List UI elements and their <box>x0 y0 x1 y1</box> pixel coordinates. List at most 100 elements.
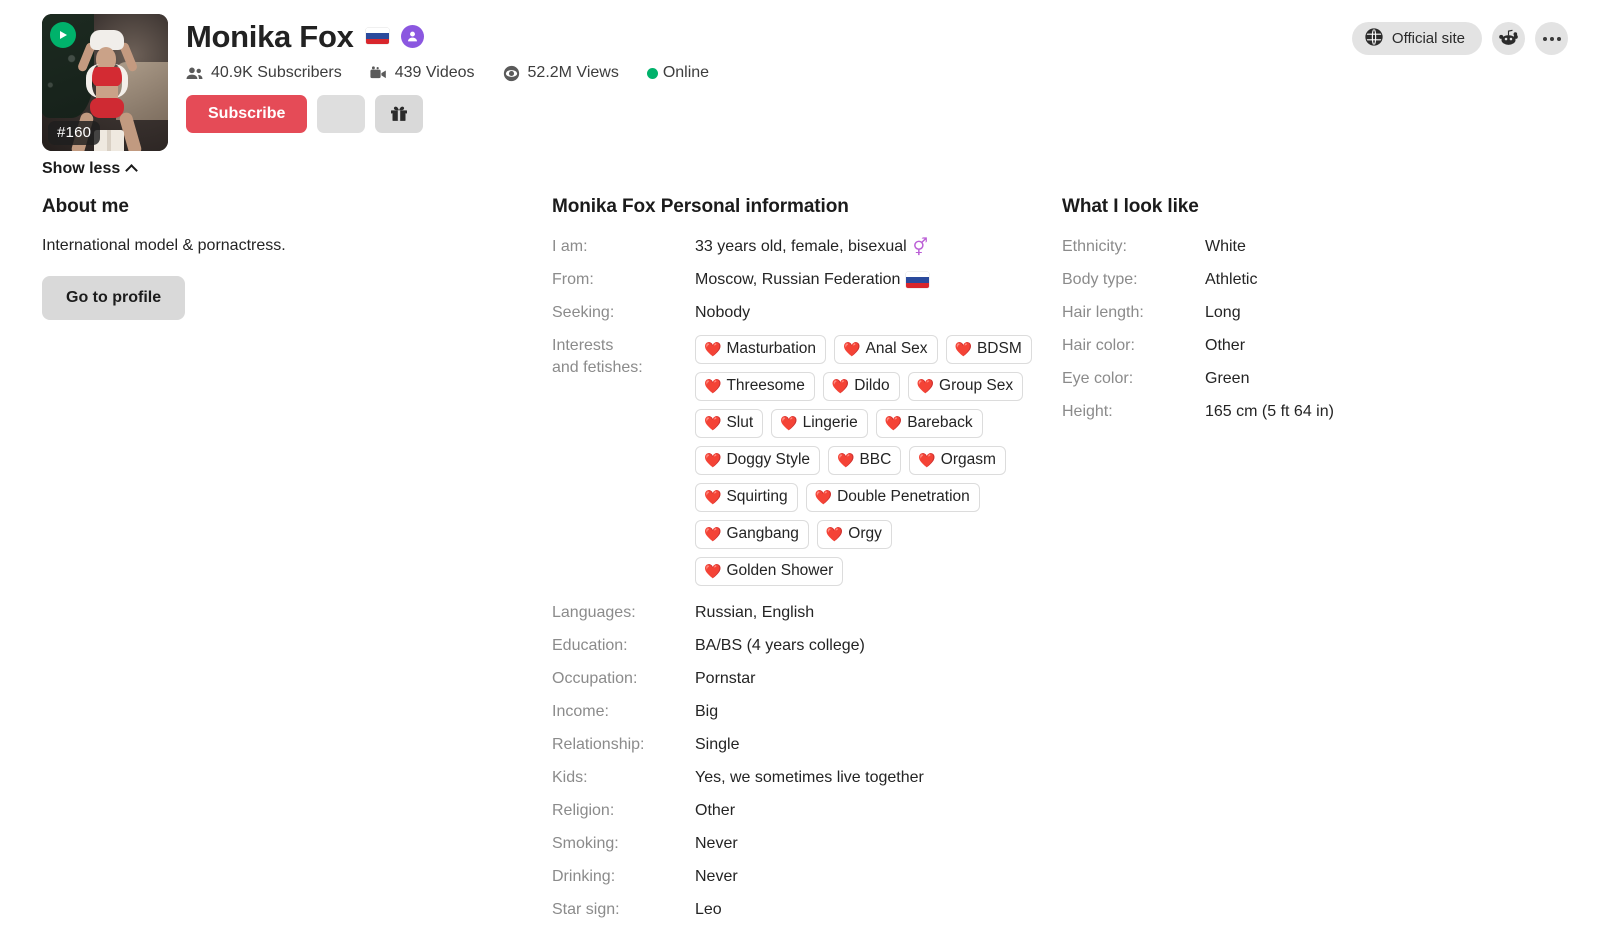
info-row: Star sign: Leo <box>552 899 1042 921</box>
rank-badge: #160 <box>48 121 101 145</box>
info-label: Height: <box>1062 403 1113 420</box>
globe-icon <box>1365 27 1383 50</box>
heart-icon: ❤️ <box>704 489 722 505</box>
info-row: Hair length: Long <box>1062 302 1502 324</box>
info-value: White <box>1205 238 1246 255</box>
play-icon[interactable] <box>50 22 76 48</box>
heart-icon: ❤️ <box>837 452 855 468</box>
official-site-button[interactable]: Official site <box>1351 22 1482 55</box>
interest-tag-label: Group Sex <box>939 377 1014 394</box>
info-value-text: Moscow, Russian Federation <box>695 271 901 288</box>
info-value: Leo <box>695 901 722 918</box>
stat-subscribers-label: 40.9K Subscribers <box>211 64 342 81</box>
info-value-text: 33 years old, female, bisexual <box>695 238 907 255</box>
info-label: Religion: <box>552 802 615 819</box>
interest-tag[interactable]: ❤️ Golden Shower <box>695 557 844 586</box>
interest-tag[interactable]: ❤️ Bareback <box>875 409 983 438</box>
title-row: Monika Fox <box>186 14 1352 58</box>
personal-info-rows-secondary: Languages: Russian, English Education: BA/B… <box>552 602 1042 921</box>
interest-tag[interactable]: ❤️ Double Penetration <box>805 483 980 512</box>
info-value: Russian, English <box>695 604 815 621</box>
interest-tag-label: Anal Sex <box>865 340 928 357</box>
appearance-section: What I look like Ethnicity: White Body typ… <box>1062 196 1502 434</box>
info-value: Other <box>695 802 736 819</box>
heart-icon: ❤️ <box>916 378 935 394</box>
info-label: Relationship: <box>552 736 645 753</box>
interest-tag[interactable]: ❤️ Orgasm <box>909 446 1006 475</box>
info-value: Green <box>1205 370 1250 387</box>
heart-icon: ❤️ <box>884 415 903 431</box>
interest-tag[interactable]: ❤️ Group Sex <box>907 372 1024 401</box>
interest-tag[interactable]: ❤️ Doggy Style <box>695 446 821 475</box>
info-value: Never <box>695 835 738 852</box>
info-label: Seeking: <box>552 304 615 321</box>
info-row: Education: BA/BS (4 years college) <box>552 635 1042 657</box>
interest-tag-label: BBC <box>859 451 892 468</box>
stat-videos: 439 Videos <box>370 64 475 82</box>
interest-tag[interactable]: ❤️ Gangbang <box>695 520 809 549</box>
header-main: Monika Fox 40.9K Subscribers 439 Videos … <box>186 14 1352 133</box>
appearance-table: Ethnicity: White Body type: Athletic Hair le… <box>1062 236 1502 423</box>
interest-tag[interactable]: ❤️ Dildo <box>822 372 900 401</box>
info-value: Pornstar <box>695 670 756 687</box>
info-label: Smoking: <box>552 835 619 852</box>
interest-tag-label: Double Penetration <box>837 488 970 505</box>
heart-icon: ❤️ <box>918 452 936 468</box>
interest-tag-label: Gangbang <box>726 525 799 542</box>
appearance-title: What I look like <box>1062 196 1199 217</box>
interest-tag[interactable]: ❤️ Masturbation <box>695 335 827 364</box>
info-label: Income: <box>552 703 609 720</box>
avatar[interactable]: #160 <box>42 14 168 151</box>
info-value: Single <box>695 736 740 753</box>
russia-flag-icon <box>365 28 389 44</box>
interest-tag[interactable]: ❤️ Slut <box>695 409 764 438</box>
reddit-button[interactable] <box>1492 22 1525 55</box>
page-title: Monika Fox <box>186 18 354 54</box>
ellipsis-icon <box>1542 36 1561 41</box>
interest-tag[interactable]: ❤️ BDSM <box>945 335 1032 364</box>
interest-tag[interactable]: ❤️ Orgy <box>816 520 892 549</box>
info-row: Kids: Yes, we sometimes live together <box>552 767 1042 789</box>
info-label: Education: <box>552 637 628 654</box>
about-me-section: About me International model & pornactre… <box>42 196 512 320</box>
info-row: Hair color: Other <box>1062 335 1502 357</box>
interests-label: Interests and fetishes: <box>552 335 695 379</box>
personal-info-table: I am: 33 years old, female, bisexual ⚥ F… <box>552 236 1042 921</box>
stat-views-label: 52.2M Views <box>527 64 619 81</box>
info-value: Other <box>1205 337 1246 354</box>
heart-icon: ❤️ <box>825 526 844 542</box>
info-label: From: <box>552 271 594 288</box>
interest-tag[interactable]: ❤️ Anal Sex <box>834 335 938 364</box>
stat-subscribers: 40.9K Subscribers <box>186 64 342 82</box>
show-less-toggle[interactable]: Show less <box>42 160 139 178</box>
heart-icon: ❤️ <box>780 415 798 431</box>
heart-icon: ❤️ <box>831 378 850 394</box>
subscribe-button[interactable]: Subscribe <box>186 95 308 133</box>
blank-action-button[interactable] <box>317 95 366 133</box>
heart-icon: ❤️ <box>704 526 722 542</box>
online-dot-icon <box>646 67 658 79</box>
interest-tag[interactable]: ❤️ Lingerie <box>771 409 868 438</box>
more-options-button[interactable] <box>1535 22 1568 55</box>
interest-tag[interactable]: ❤️ Squirting <box>695 483 798 512</box>
heart-icon: ❤️ <box>704 415 722 431</box>
interest-tag[interactable]: ❤️ Threesome <box>695 372 815 401</box>
gift-button[interactable] <box>375 95 424 133</box>
info-row-i-am: I am: 33 years old, female, bisexual ⚥ <box>552 236 1042 258</box>
about-me-text: International model & pornactress. <box>42 237 286 254</box>
heart-icon: ❤️ <box>814 489 833 505</box>
info-row: Religion: Other <box>552 800 1042 822</box>
info-row: Ethnicity: White <box>1062 236 1502 258</box>
video-camera-icon <box>370 66 387 80</box>
go-to-profile-button[interactable]: Go to profile <box>42 275 186 320</box>
info-label: Body type: <box>1062 271 1138 288</box>
interest-tag-label: Slut <box>726 414 754 431</box>
reddit-icon <box>1499 28 1518 50</box>
interest-tag[interactable]: ❤️ BBC <box>828 446 902 475</box>
info-label: I am: <box>552 238 588 255</box>
interest-tag-label: Doggy Style <box>726 451 811 468</box>
status-badge: Online <box>646 64 709 82</box>
info-value: 165 cm (5 ft 64 in) <box>1205 403 1334 420</box>
interest-tag-label: Golden Shower <box>726 562 834 579</box>
verified-user-icon[interactable] <box>400 24 424 48</box>
